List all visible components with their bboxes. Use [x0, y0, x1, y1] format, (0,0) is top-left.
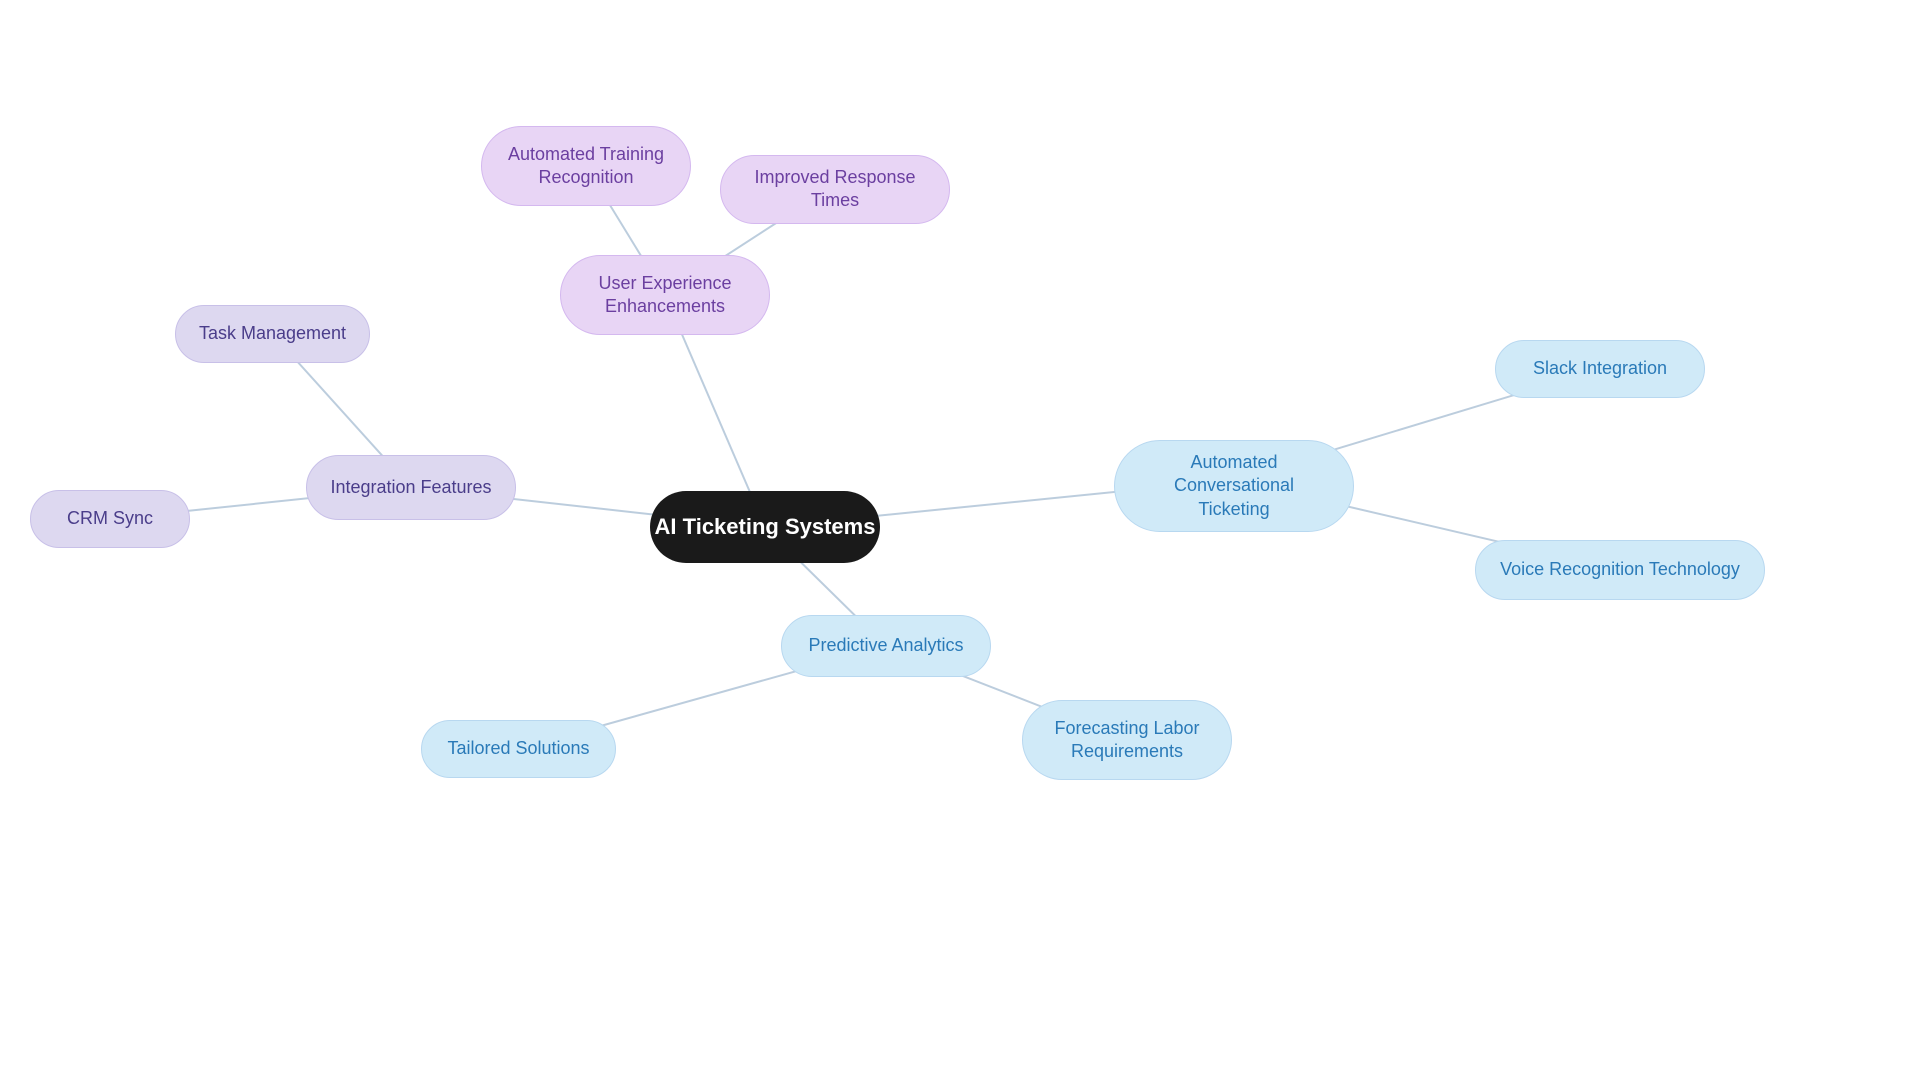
center-node-label: AI Ticketing Systems — [655, 514, 876, 540]
node-forecasting-labor[interactable]: Forecasting Labor Requirements — [1022, 700, 1232, 780]
node-slack-integration[interactable]: Slack Integration — [1495, 340, 1705, 398]
node-label-integration-features: Integration Features — [330, 476, 491, 499]
node-label-voice-recognition: Voice Recognition Technology — [1500, 558, 1740, 581]
node-label-slack-integration: Slack Integration — [1533, 357, 1667, 380]
node-label-improved-response: Improved Response Times — [739, 166, 931, 213]
node-label-tailored-solutions: Tailored Solutions — [447, 737, 589, 760]
node-integration-features[interactable]: Integration Features — [306, 455, 516, 520]
node-predictive-analytics[interactable]: Predictive Analytics — [781, 615, 991, 677]
node-crm-sync[interactable]: CRM Sync — [30, 490, 190, 548]
node-automated-conversational[interactable]: Automated Conversational Ticketing — [1114, 440, 1354, 532]
node-label-predictive-analytics: Predictive Analytics — [808, 634, 963, 657]
node-task-management[interactable]: Task Management — [175, 305, 370, 363]
node-label-crm-sync: CRM Sync — [67, 507, 153, 530]
node-label-task-management: Task Management — [199, 322, 346, 345]
node-label-forecasting-labor: Forecasting Labor Requirements — [1054, 717, 1199, 764]
node-label-automated-training: Automated Training Recognition — [508, 143, 664, 190]
node-tailored-solutions[interactable]: Tailored Solutions — [421, 720, 616, 778]
node-label-user-experience: User Experience Enhancements — [598, 272, 731, 319]
center-node[interactable]: AI Ticketing Systems — [650, 491, 880, 563]
node-voice-recognition[interactable]: Voice Recognition Technology — [1475, 540, 1765, 600]
node-user-experience[interactable]: User Experience Enhancements — [560, 255, 770, 335]
node-label-automated-conversational: Automated Conversational Ticketing — [1133, 451, 1335, 521]
node-improved-response[interactable]: Improved Response Times — [720, 155, 950, 224]
mind-map-container: AI Ticketing Systems Automated Training R… — [0, 0, 1920, 1083]
node-automated-training[interactable]: Automated Training Recognition — [481, 126, 691, 206]
